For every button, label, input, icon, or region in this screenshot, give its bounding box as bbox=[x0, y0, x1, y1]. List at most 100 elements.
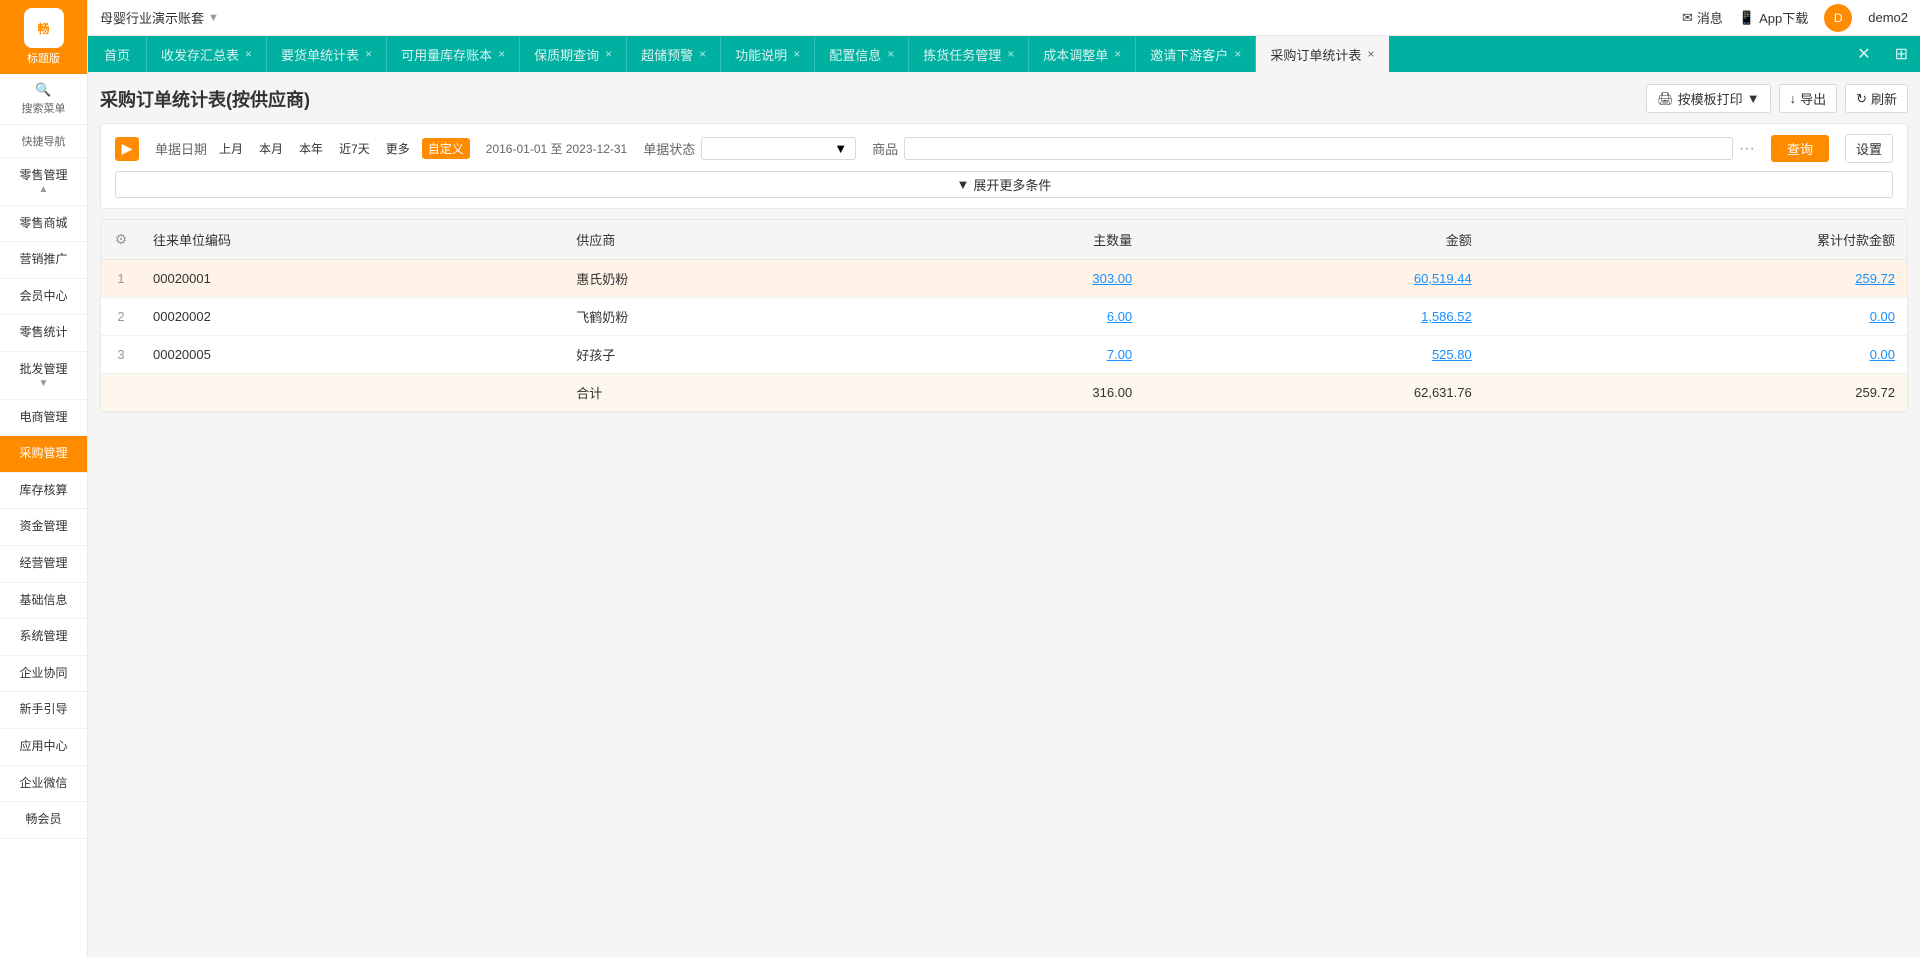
message-button[interactable]: ✉ 消息 bbox=[1682, 8, 1723, 27]
sidebar-item-new-guide[interactable]: 新手引导 bbox=[0, 692, 87, 729]
username-label[interactable]: demo2 bbox=[1868, 10, 1908, 25]
sidebar-item-enterprise-wechat[interactable]: 企业微信 bbox=[0, 766, 87, 803]
sidebar-item-ops[interactable]: 经营管理 bbox=[0, 546, 87, 583]
row-amount[interactable]: 525.80 bbox=[1144, 336, 1484, 374]
dropdown-arrow: ▼ bbox=[1747, 91, 1760, 106]
sidebar-item-retail-stats[interactable]: 零售统计 bbox=[0, 315, 87, 352]
status-select[interactable]: ▼ bbox=[701, 137, 856, 160]
tab-pick-task[interactable]: 拣货任务管理 × bbox=[909, 36, 1029, 72]
row-amount[interactable]: 60,519.44 bbox=[1144, 260, 1484, 298]
nav-tabs: 首页 收发存汇总表 × 要货单统计表 × 可用量库存账本 × 保质期查询 × 超… bbox=[88, 36, 1920, 72]
sidebar-search[interactable]: 🔍 搜索菜单 bbox=[0, 74, 87, 125]
row-quantity[interactable]: 303.00 bbox=[880, 260, 1145, 298]
refresh-button[interactable]: ↻ 刷新 bbox=[1845, 84, 1908, 113]
btn-more-dates[interactable]: 更多 bbox=[380, 138, 416, 159]
close-icon[interactable]: × bbox=[365, 47, 372, 61]
sidebar-item-system[interactable]: 系统管理 bbox=[0, 619, 87, 656]
export-button[interactable]: ↓ 导出 bbox=[1779, 84, 1838, 113]
close-icon[interactable]: × bbox=[1234, 47, 1241, 61]
row-code: 00020005 bbox=[141, 336, 564, 374]
th-code: 往来单位编码 bbox=[141, 220, 564, 260]
tab-home[interactable]: 首页 bbox=[88, 36, 147, 72]
row-paid[interactable]: 0.00 bbox=[1484, 336, 1907, 374]
tab-overstock[interactable]: 超储预警 × bbox=[627, 36, 721, 72]
sidebar-item-wholesale[interactable]: 批发管理 ▼ bbox=[0, 352, 87, 400]
workspace-selector[interactable]: 母婴行业演示账套 ▼ bbox=[100, 8, 219, 27]
filter-toggle[interactable]: ▶ bbox=[115, 137, 139, 161]
filter-date-item: 单据日期 上月 本月 本年 近7天 更多 自定义 bbox=[155, 138, 470, 159]
sidebar-item-vip[interactable]: 畅会员 bbox=[0, 802, 87, 839]
avatar[interactable]: D bbox=[1824, 4, 1852, 32]
filter-row-1: ▶ 单据日期 上月 本月 本年 近7天 更多 自定义 2016-01-01 至 … bbox=[115, 134, 1893, 163]
tab-function-desc[interactable]: 功能说明 × bbox=[721, 36, 815, 72]
btn-this-month[interactable]: 本月 bbox=[253, 138, 289, 159]
close-icon[interactable]: × bbox=[1007, 47, 1014, 61]
close-icon[interactable]: × bbox=[699, 47, 706, 61]
tab-goods-stats[interactable]: 要货单统计表 × bbox=[267, 36, 387, 72]
sidebar-item-inventory[interactable]: 库存核算 bbox=[0, 473, 87, 510]
sidebar-item-member[interactable]: 会员中心 bbox=[0, 279, 87, 316]
close-icon[interactable]: × bbox=[498, 47, 505, 61]
close-icon[interactable]: × bbox=[245, 47, 252, 61]
sidebar-item-retail-mgmt[interactable]: 零售管理 ▲ bbox=[0, 158, 87, 206]
th-paid: 累计付款金额 bbox=[1484, 220, 1907, 260]
row-paid[interactable]: 0.00 bbox=[1484, 298, 1907, 336]
close-tab-button[interactable]: ✕ bbox=[1845, 36, 1882, 72]
page-content: 采购订单统计表(按供应商) 🖨 按模板打印 ▼ ↓ 导出 ↻ 刷新 bbox=[88, 72, 1920, 957]
goods-input[interactable] bbox=[904, 137, 1733, 160]
row-paid[interactable]: 259.72 bbox=[1484, 260, 1907, 298]
app-download-button[interactable]: 📱 App下载 bbox=[1739, 8, 1808, 27]
sidebar-item-ecom[interactable]: 电商管理 bbox=[0, 400, 87, 437]
filter-area: ▶ 单据日期 上月 本月 本年 近7天 更多 自定义 2016-01-01 至 … bbox=[100, 123, 1908, 209]
print-button[interactable]: 🖨 按模板打印 ▼ bbox=[1646, 84, 1770, 113]
tab-config-info[interactable]: 配置信息 × bbox=[815, 36, 909, 72]
tab-receive-summary[interactable]: 收发存汇总表 × bbox=[147, 36, 267, 72]
quick-nav-label: 快捷导航 bbox=[22, 133, 66, 149]
close-icon[interactable]: × bbox=[605, 47, 612, 61]
date-range-display: 2016-01-01 至 2023-12-31 bbox=[486, 140, 627, 157]
footer-quantity: 316.00 bbox=[880, 374, 1145, 412]
row-amount[interactable]: 1,586.52 bbox=[1144, 298, 1484, 336]
custom-date-tag[interactable]: 自定义 bbox=[422, 138, 470, 159]
btn-last-month[interactable]: 上月 bbox=[213, 138, 249, 159]
export-icon: ↓ bbox=[1790, 91, 1797, 106]
settings-button[interactable]: 设置 bbox=[1845, 134, 1893, 163]
logo-area[interactable]: 畅 标题版 bbox=[0, 0, 87, 74]
tab-expiry-query[interactable]: 保质期查询 × bbox=[520, 36, 627, 72]
chevron-icon: ▲ bbox=[39, 184, 49, 195]
footer-amount: 62,631.76 bbox=[1144, 374, 1484, 412]
btn-7days[interactable]: 近7天 bbox=[333, 138, 376, 159]
sidebar-item-finance[interactable]: 资金管理 bbox=[0, 509, 87, 546]
sidebar-item-enterprise[interactable]: 企业协同 bbox=[0, 656, 87, 693]
row-code: 00020001 bbox=[141, 260, 564, 298]
tab-usable-inventory[interactable]: 可用量库存账本 × bbox=[387, 36, 520, 72]
filter-status-item: 单据状态 ▼ bbox=[643, 137, 856, 160]
tab-purchase-stats[interactable]: 采购订单统计表 × bbox=[1256, 36, 1389, 72]
page-header: 采购订单统计表(按供应商) 🖨 按模板打印 ▼ ↓ 导出 ↻ 刷新 bbox=[100, 84, 1908, 113]
tab-cost-adjust[interactable]: 成本调整单 × bbox=[1029, 36, 1136, 72]
sidebar-item-app-center[interactable]: 应用中心 bbox=[0, 729, 87, 766]
close-icon[interactable]: × bbox=[793, 47, 800, 61]
row-quantity[interactable]: 6.00 bbox=[880, 298, 1145, 336]
table-settings-icon[interactable]: ⚙ bbox=[115, 231, 128, 247]
sidebar: 畅 标题版 🔍 搜索菜单 快捷导航 零售管理 ▲ 零售商城 营销推广 会员中心 … bbox=[0, 0, 88, 957]
row-quantity[interactable]: 7.00 bbox=[880, 336, 1145, 374]
filter-goods-item: 商品 ··· bbox=[872, 137, 1755, 160]
sidebar-item-purchase[interactable]: 采购管理 bbox=[0, 436, 87, 473]
more-icon[interactable]: ··· bbox=[1739, 140, 1755, 158]
page-title: 采购订单统计表(按供应商) bbox=[100, 86, 310, 112]
query-button[interactable]: 查询 bbox=[1771, 135, 1829, 162]
close-icon[interactable]: × bbox=[1367, 47, 1374, 61]
sidebar-item-retail-store[interactable]: 零售商城 bbox=[0, 206, 87, 243]
tab-invite-downstream[interactable]: 邀请下游客户 × bbox=[1136, 36, 1256, 72]
close-icon[interactable]: × bbox=[1114, 47, 1121, 61]
footer-empty bbox=[101, 374, 564, 412]
sidebar-item-basic[interactable]: 基础信息 bbox=[0, 583, 87, 620]
sidebar-quick-nav[interactable]: 快捷导航 bbox=[0, 125, 87, 158]
close-icon[interactable]: × bbox=[887, 47, 894, 61]
expand-filter-button[interactable]: ▼ 展开更多条件 bbox=[115, 171, 1893, 198]
expand-icon: ▼ bbox=[957, 177, 970, 192]
maximize-button[interactable]: ⊞ bbox=[1883, 36, 1920, 72]
sidebar-item-marketing[interactable]: 营销推广 bbox=[0, 242, 87, 279]
btn-this-year[interactable]: 本年 bbox=[293, 138, 329, 159]
